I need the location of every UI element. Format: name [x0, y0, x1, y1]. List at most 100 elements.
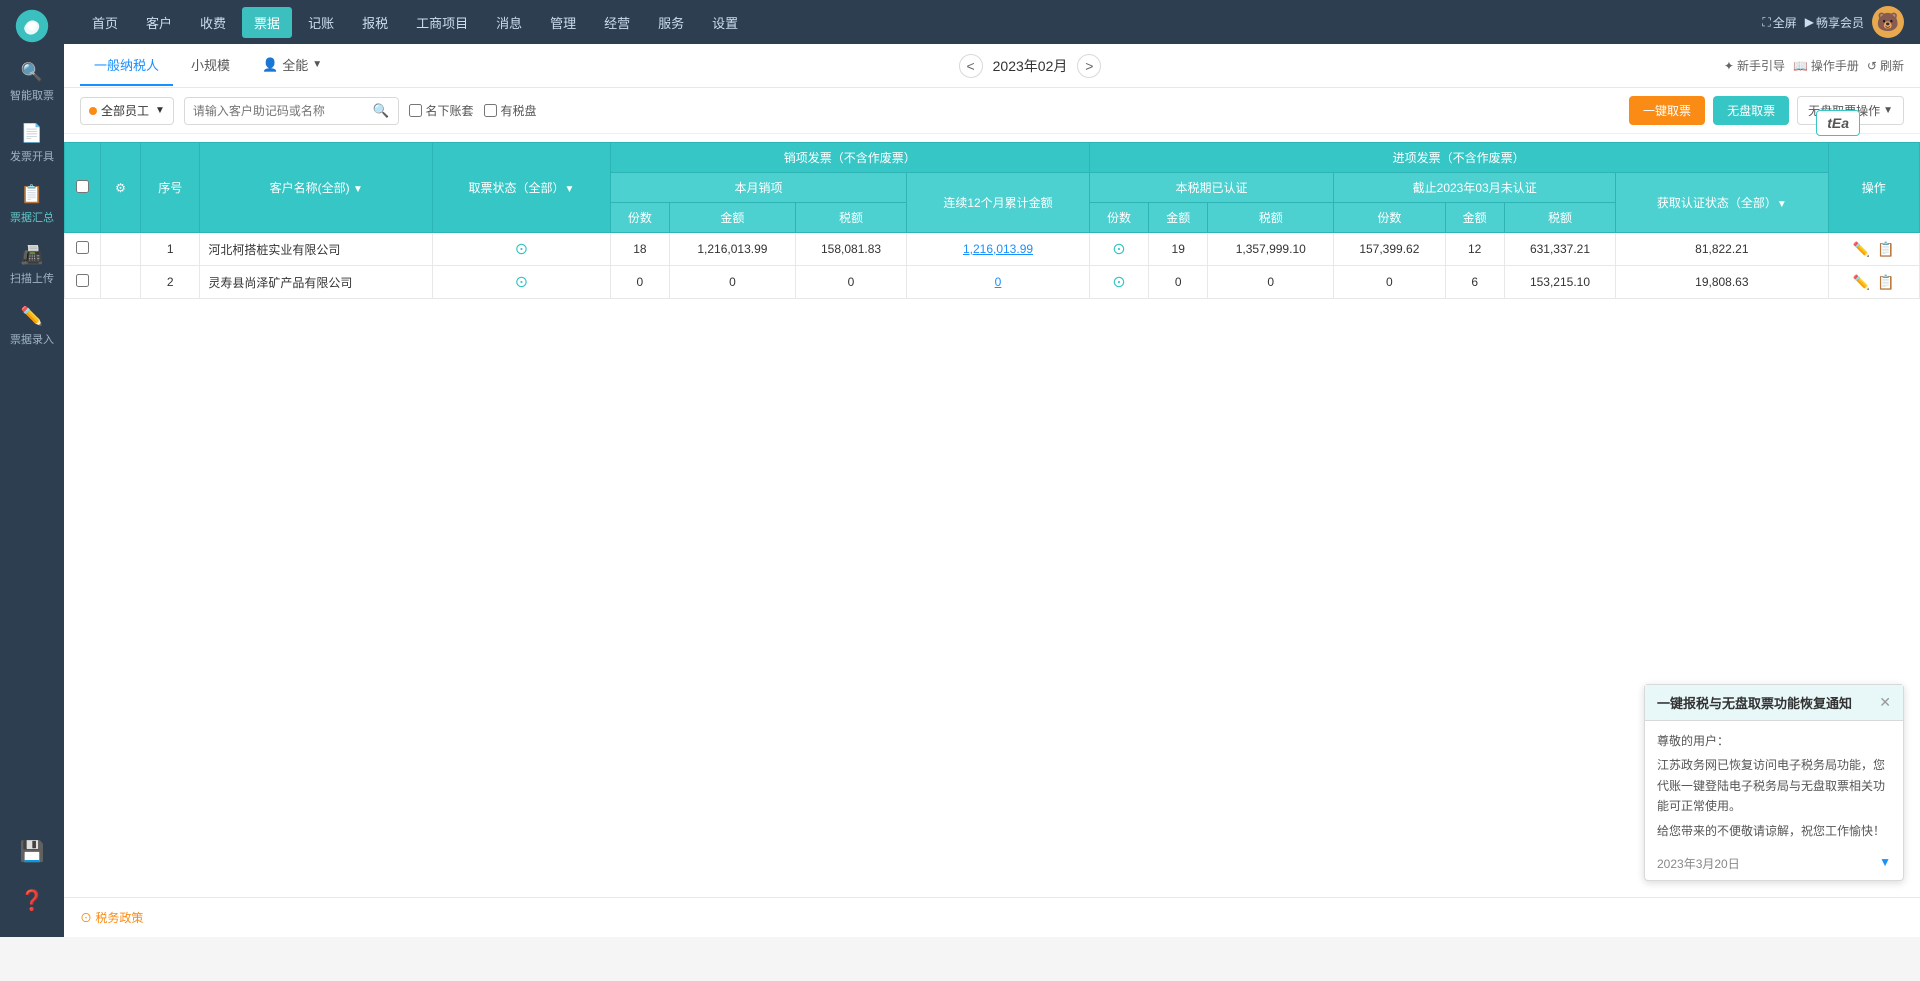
view-icon-1[interactable]: 📋: [1875, 272, 1896, 292]
tea-badge: tEa: [1816, 110, 1860, 136]
select-all-checkbox[interactable]: [76, 180, 89, 193]
member-button[interactable]: ▶ 畅享会员: [1805, 14, 1864, 31]
filter-icon-name: ▼: [353, 184, 363, 195]
download-icon[interactable]: 💾: [12, 831, 53, 872]
nav-service[interactable]: 服务: [646, 7, 696, 38]
nav-business[interactable]: 工商项目: [404, 7, 480, 38]
bottom-bar: ⊙ 税务政策: [64, 897, 1920, 937]
filter-check-youshuipan[interactable]: 有税盘: [484, 102, 537, 119]
th-amount-uncert: 金额: [1445, 203, 1504, 233]
nav-fee[interactable]: 收费: [188, 7, 238, 38]
nav-home[interactable]: 首页: [80, 7, 130, 38]
view-icon-0[interactable]: 📋: [1875, 239, 1896, 259]
table-row: 2 灵寿县尚泽矿产品有限公司 ⊙ 0 0 0 0 ⊙ 0 0 0 6 153,2…: [65, 266, 1920, 299]
th-cumulative: 连续12个月累计金额: [907, 173, 1090, 233]
notification-body: 尊敬的用户： 江苏政务网已恢复访问电子税务局功能，您代账一键登陆电子税务局与无盘…: [1645, 721, 1903, 851]
th-tax-sales: 税额: [795, 203, 906, 233]
ticket-entry-icon: ✏️: [21, 306, 43, 327]
row-checkbox-0: [65, 233, 101, 266]
row-amount-1: 0: [670, 266, 796, 299]
search-button[interactable]: 🔍: [365, 98, 398, 124]
row-cumulative-1: 0: [907, 266, 1090, 299]
notification-scroll-down[interactable]: ▼: [1879, 855, 1891, 869]
nav-settings[interactable]: 设置: [700, 7, 750, 38]
all-in-one-icon: 👤: [262, 57, 278, 73]
refresh-button[interactable]: ↺ 刷新: [1867, 57, 1904, 74]
tax-policy-link[interactable]: ⊙ 税务政策: [80, 909, 143, 926]
check-xiazhanghao-input[interactable]: [409, 104, 422, 117]
nodisk-ticket-button[interactable]: 无盘取票: [1713, 96, 1789, 125]
notification-close-button[interactable]: ✕: [1879, 694, 1891, 711]
employee-dropdown-icon: ▼: [155, 105, 165, 116]
tab-small-scale[interactable]: 小规模: [177, 45, 244, 86]
notification-title: 一键报税与无盘取票功能恢复通知: [1657, 693, 1852, 712]
notification-greeting: 尊敬的用户：: [1657, 731, 1891, 751]
top-navigation: 首页 客户 收费 票据 记账 报税 工商项目 消息 管理 经营 服务 设置 ⛶ …: [64, 0, 1920, 44]
row-amount3-1: 153,215.10: [1504, 266, 1615, 299]
prev-month-button[interactable]: <: [959, 54, 983, 78]
fullscreen-icon: ⛶: [1762, 15, 1770, 30]
sidebar-item-scan-upload[interactable]: 📠 扫描上传: [0, 235, 64, 296]
notification-date: 2023年3月20日: [1657, 857, 1740, 871]
th-shares-sales: 份数: [610, 203, 669, 233]
row-tax2-1: 0: [1334, 266, 1445, 299]
app-logo[interactable]: [0, 0, 64, 52]
new-guide-button[interactable]: ✦ 新手引导: [1724, 57, 1785, 74]
table-row: 1 河北柯搭桩实业有限公司 ⊙ 18 1,216,013.99 158,081.…: [65, 233, 1920, 266]
row-check-input-1[interactable]: [76, 274, 89, 287]
th-uncertified: 截止2023年03月未认证: [1334, 173, 1616, 203]
row-tax2-0: 157,399.62: [1334, 233, 1445, 266]
next-month-button[interactable]: >: [1077, 54, 1101, 78]
th-cert-status: 获取认证状态（全部）▼: [1616, 173, 1828, 233]
main-content: 一般纳税人 小规模 👤 全能 ▼ < 2023年02月 > ✦ 新手引导 📖 操…: [64, 44, 1920, 937]
fullscreen-button[interactable]: ⛶ 全屏: [1762, 14, 1796, 31]
nav-message[interactable]: 消息: [484, 7, 534, 38]
th-tax-cert: 税额: [1208, 203, 1334, 233]
sidebar-item-invoice-open[interactable]: 📄 发票开具: [0, 113, 64, 174]
th-shares-uncert: 份数: [1334, 203, 1445, 233]
nav-ticket[interactable]: 票据: [242, 7, 292, 38]
month-navigation: < 2023年02月 >: [340, 54, 1720, 78]
row-shares3-1: 6: [1445, 266, 1504, 299]
th-customer-name: 客户名称(全部) ▼: [200, 143, 433, 233]
manual-button[interactable]: 📖 操作手册: [1793, 57, 1859, 74]
nav-manage[interactable]: 管理: [538, 7, 588, 38]
th-no: 序号: [141, 143, 200, 233]
nav-tax[interactable]: 报税: [350, 7, 400, 38]
nav-client[interactable]: 客户: [134, 7, 184, 38]
filter-icon-cert: ▼: [1777, 199, 1787, 210]
tab-dropdown-icon: ▼: [312, 59, 322, 70]
th-sales-group: 销项发票（不含作废票）: [610, 143, 1089, 173]
row-amount2-1: 0: [1208, 266, 1334, 299]
row-check-input-0[interactable]: [76, 241, 89, 254]
onekey-ticket-button[interactable]: 一键取票: [1629, 96, 1705, 125]
user-avatar[interactable]: 🐻: [1872, 6, 1904, 38]
help-icon[interactable]: ❓: [12, 880, 53, 921]
row-tax-0: 158,081.83: [795, 233, 906, 266]
row-cumulative-0: 1,216,013.99: [907, 233, 1090, 266]
row-shares-1: 0: [610, 266, 669, 299]
th-certified: 本税期已认证: [1089, 173, 1333, 203]
edit-icon-1[interactable]: ✏️: [1851, 272, 1872, 292]
sidebar-item-ticket-summary[interactable]: 📋 票据汇总: [0, 174, 64, 235]
row-shares2-1: 0: [1149, 266, 1208, 299]
sidebar-item-smart-ticket[interactable]: 🔍 智能取票: [0, 52, 64, 113]
th-amount-cert: 金额: [1149, 203, 1208, 233]
nav-bookkeeping[interactable]: 记账: [296, 7, 346, 38]
row-status-1: ⊙: [433, 266, 611, 299]
tab-all-in-one[interactable]: 👤 全能 ▼: [248, 45, 336, 86]
th-sales-status: 取票状态（全部）▼: [433, 143, 611, 233]
th-checkbox: [65, 143, 101, 233]
sidebar-item-ticket-entry[interactable]: ✏️ 票据录入: [0, 296, 64, 357]
row-actions-1: ✏️ 📋: [1828, 266, 1920, 299]
search-input[interactable]: [185, 100, 365, 122]
th-shares-cert: 份数: [1089, 203, 1148, 233]
th-action: 操作: [1828, 143, 1920, 233]
edit-icon-0[interactable]: ✏️: [1851, 239, 1872, 259]
tab-general-taxpayer[interactable]: 一般纳税人: [80, 45, 173, 86]
filter-check-xiazhanghao[interactable]: 名下账套: [409, 102, 474, 119]
employee-select[interactable]: 全部员工 ▼: [80, 97, 174, 125]
nav-operations[interactable]: 经营: [592, 7, 642, 38]
check-youshuipan-input[interactable]: [484, 104, 497, 117]
notification-apology: 给您带来的不便敬请谅解，祝您工作愉快！: [1657, 821, 1891, 841]
